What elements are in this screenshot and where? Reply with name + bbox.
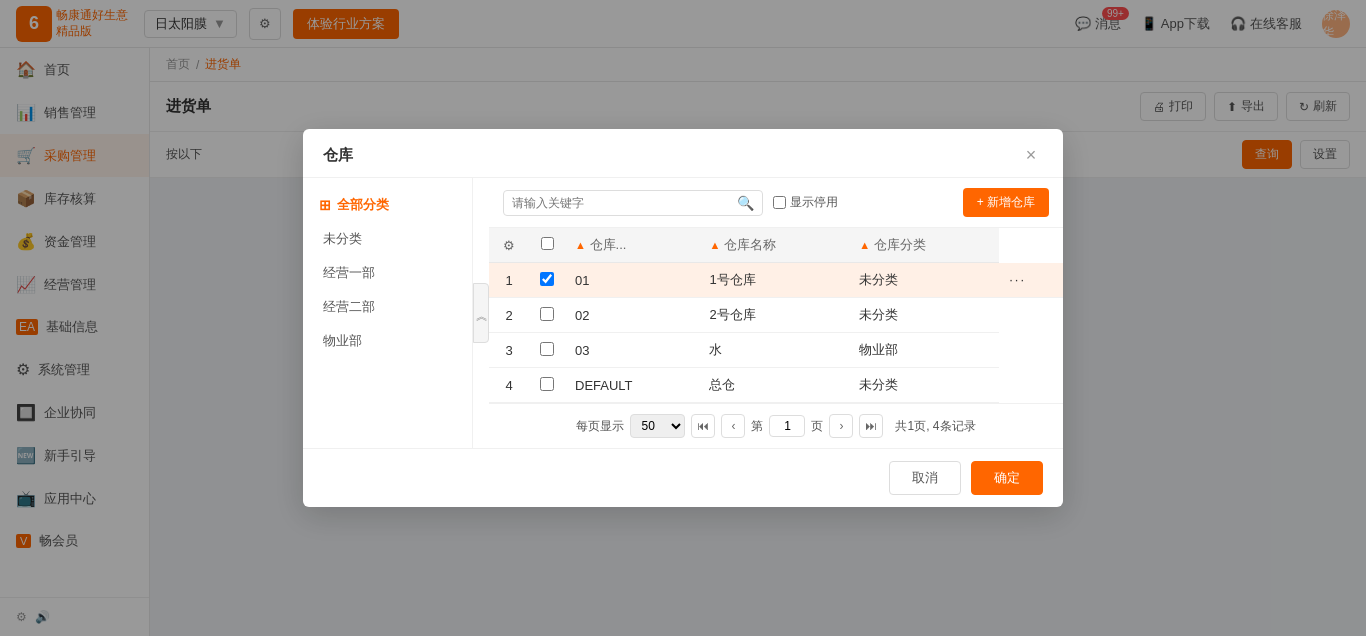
row-num: 3 <box>489 333 529 368</box>
row-category: 未分类 <box>849 298 999 333</box>
row-select-checkbox[interactable] <box>540 307 554 321</box>
row-name: 水 <box>699 333 849 368</box>
col-category: ▲ 仓库分类 <box>849 228 999 263</box>
row-num: 4 <box>489 368 529 403</box>
sort-icon-name: ▲ <box>709 239 720 251</box>
row-checkbox-cell <box>529 263 565 298</box>
search-icon[interactable]: 🔍 <box>737 195 754 211</box>
sort-icon-cat: ▲ <box>859 239 870 251</box>
table-row[interactable]: 1 01 1号仓库 未分类 ··· <box>489 263 1063 298</box>
row-code: 01 <box>565 263 699 298</box>
col-name: ▲ 仓库名称 <box>699 228 849 263</box>
prev-page-btn[interactable]: ‹ <box>721 414 745 438</box>
search-input[interactable] <box>512 196 737 210</box>
row-checkbox-cell <box>529 368 565 403</box>
row-checkbox-cell <box>529 333 565 368</box>
first-page-btn[interactable]: ⏮ <box>691 414 715 438</box>
row-name: 2号仓库 <box>699 298 849 333</box>
next-page-btn[interactable]: › <box>829 414 853 438</box>
row-category: 物业部 <box>849 333 999 368</box>
row-select-checkbox[interactable] <box>540 377 554 391</box>
table-row[interactable]: 2 02 2号仓库 未分类 <box>489 298 1063 333</box>
category-item-uncategorized[interactable]: 未分类 <box>303 222 472 256</box>
table-row[interactable]: 3 03 水 物业部 <box>489 333 1063 368</box>
row-code: DEFAULT <box>565 368 699 403</box>
row-num: 2 <box>489 298 529 333</box>
close-icon[interactable]: × <box>1019 143 1043 167</box>
row-category: 未分类 <box>849 263 999 298</box>
row-checkbox-cell <box>529 298 565 333</box>
select-all-checkbox[interactable] <box>541 237 554 250</box>
row-category: 未分类 <box>849 368 999 403</box>
warehouse-modal: 仓库 × ⊞ 全部分类 未分类 经营一部 经营二部 物业部 《 <box>303 129 1063 507</box>
table-area: 🔍 显示停用 + 新增仓库 ⚙ <box>489 178 1063 448</box>
add-warehouse-button[interactable]: + 新增仓库 <box>963 188 1049 217</box>
row-name: 1号仓库 <box>699 263 849 298</box>
search-box: 🔍 <box>503 190 763 216</box>
pagination: 每页显示 50 100 ⏮ ‹ 第 页 › ⏭ 共1页, 4条记录 <box>489 403 1063 448</box>
col-check <box>529 228 565 263</box>
row-code: 02 <box>565 298 699 333</box>
page-size-select[interactable]: 50 100 <box>630 414 685 438</box>
last-page-btn[interactable]: ⏭ <box>859 414 883 438</box>
row-code: 03 <box>565 333 699 368</box>
modal-overlay[interactable]: 仓库 × ⊞ 全部分类 未分类 经营一部 经营二部 物业部 《 <box>0 0 1366 636</box>
category-item-dept2[interactable]: 经营二部 <box>303 290 472 324</box>
table-scroll-wrapper: ⚙ ▲ 仓库... ▲ <box>489 228 1063 403</box>
modal-footer: 取消 确定 <box>303 448 1063 507</box>
show-disabled-label[interactable]: 显示停用 <box>790 194 838 211</box>
row-name: 总仓 <box>699 368 849 403</box>
category-item-property[interactable]: 物业部 <box>303 324 472 358</box>
col-gear: ⚙ <box>489 228 529 263</box>
row-select-checkbox[interactable] <box>540 272 554 286</box>
confirm-button[interactable]: 确定 <box>971 461 1043 495</box>
row-num: 1 <box>489 263 529 298</box>
category-item-dept1[interactable]: 经营一部 <box>303 256 472 290</box>
modal-header: 仓库 × <box>303 129 1063 178</box>
grid-icon: ⊞ <box>319 197 331 213</box>
modal-title: 仓库 <box>323 146 353 165</box>
sidebar-collapse-btn[interactable]: 《 <box>473 283 489 343</box>
warehouse-table: ⚙ ▲ 仓库... ▲ <box>489 228 1063 403</box>
sort-icon: ▲ <box>575 239 586 251</box>
col-code: ▲ 仓库... <box>565 228 699 263</box>
show-disabled-toggle: 显示停用 <box>773 194 838 211</box>
category-sidebar: ⊞ 全部分类 未分类 经营一部 经营二部 物业部 <box>303 178 473 448</box>
show-disabled-checkbox[interactable] <box>773 196 786 209</box>
all-categories-btn[interactable]: ⊞ 全部分类 <box>303 188 472 222</box>
gear-icon[interactable]: ⚙ <box>503 238 515 253</box>
table-toolbar: 🔍 显示停用 + 新增仓库 <box>489 178 1063 228</box>
row-select-checkbox[interactable] <box>540 342 554 356</box>
row-actions[interactable]: ··· <box>999 263 1063 298</box>
page-input[interactable] <box>769 415 805 437</box>
table-row[interactable]: 4 DEFAULT 总仓 未分类 <box>489 368 1063 403</box>
modal-body: ⊞ 全部分类 未分类 经营一部 经营二部 物业部 《 🔍 <box>303 178 1063 448</box>
cancel-button[interactable]: 取消 <box>889 461 961 495</box>
